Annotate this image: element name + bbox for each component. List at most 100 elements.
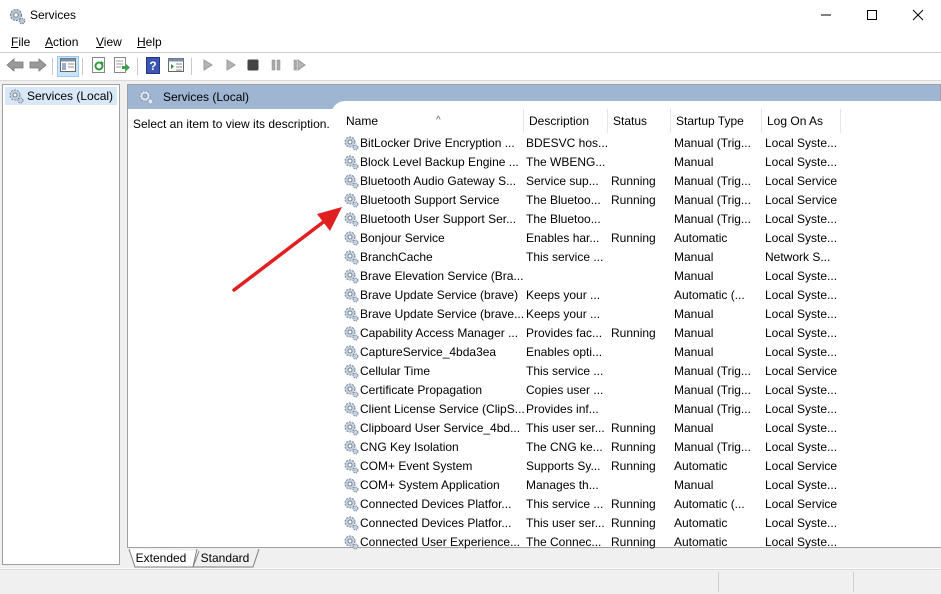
menu-view-accel: V — [96, 35, 104, 49]
table-row[interactable]: Bonjour Service Enables har... Running Auto… — [331, 229, 841, 248]
help-button[interactable]: ? — [142, 56, 164, 77]
service-gear-icon — [343, 401, 359, 420]
cell-name: COM+ Event System — [360, 459, 473, 473]
cell-log-on-as: Local Syste... — [765, 421, 838, 435]
stop-service-button[interactable] — [242, 56, 264, 77]
menu-help[interactable]: Help — [137, 35, 162, 49]
cell-startup-type: Automatic — [674, 535, 728, 549]
annotation-arrow — [232, 207, 342, 292]
close-button[interactable] — [895, 0, 941, 32]
start-service-icon — [203, 59, 213, 74]
column-header-name[interactable]: Name ^ — [341, 109, 524, 133]
forward-button[interactable] — [27, 56, 49, 77]
tree-item-services-local[interactable]: Services (Local) — [5, 87, 118, 105]
table-row[interactable]: Brave Update Service (brave... Keeps your… — [331, 305, 841, 324]
table-row[interactable]: BitLocker Drive Encryption ... BDESVC hos… — [331, 134, 841, 153]
properties-button[interactable] — [165, 56, 187, 77]
table-row[interactable]: Connected Devices Platfor... This service… — [331, 495, 841, 514]
cell-log-on-as: Local Syste... — [765, 516, 838, 530]
table-row[interactable]: COM+ System Application Manages th... Manu… — [331, 476, 841, 495]
column-header-description[interactable]: Description — [524, 109, 608, 133]
cell-startup-type: Automatic — [674, 516, 728, 530]
forward-icon — [29, 58, 47, 75]
cell-name: Bluetooth Audio Gateway S... — [360, 174, 517, 188]
table-row[interactable]: Bluetooth Audio Gateway S... Service sup.… — [331, 172, 841, 191]
export-list-button[interactable] — [111, 56, 133, 77]
panel-header-title: Services (Local) — [163, 90, 250, 104]
cell-description: The Connec... — [526, 535, 602, 549]
table-row[interactable]: BranchCache This service ... Manual Network… — [331, 248, 841, 267]
column-header-status[interactable]: Status — [608, 109, 671, 133]
service-gear-icon — [343, 363, 359, 382]
status-separator — [718, 572, 719, 592]
menu-file[interactable]: File — [11, 35, 30, 49]
pause-service-button[interactable] — [265, 56, 287, 77]
cell-startup-type: Manual — [674, 250, 714, 264]
cell-name: Brave Elevation Service (Bra... — [360, 269, 524, 283]
column-header-log-on-as[interactable]: Log On As — [762, 109, 841, 133]
cell-name: BitLocker Drive Encryption ... — [360, 136, 515, 150]
start-service-button[interactable] — [197, 56, 219, 77]
service-gear-icon — [343, 135, 359, 154]
cell-name: COM+ System Application — [360, 478, 500, 492]
cell-log-on-as: Local Syste... — [765, 269, 838, 283]
refresh-button[interactable] — [88, 56, 110, 77]
cell-name: BranchCache — [360, 250, 433, 264]
column-header-startup-type[interactable]: Startup Type — [671, 109, 762, 133]
cell-status: Running — [611, 193, 656, 207]
table-row[interactable]: Connected Devices Platfor... This user se… — [331, 514, 841, 533]
table-row[interactable]: Cellular Time This service ... Manual (Tri… — [331, 362, 841, 381]
service-gear-icon — [343, 439, 359, 458]
cell-name: Connected User Experience... — [360, 535, 521, 549]
toolbar-separator — [82, 58, 83, 75]
table-row[interactable]: Clipboard User Service_4bd... This user s… — [331, 419, 841, 438]
service-gear-icon — [343, 382, 359, 401]
resume-service-button[interactable] — [288, 56, 310, 77]
cell-status: Running — [611, 231, 656, 245]
maximize-button[interactable] — [849, 0, 895, 32]
tree-item-label: Services (Local) — [27, 89, 114, 103]
table-row[interactable]: Client License Service (ClipS... Provides… — [331, 400, 841, 419]
menu-view[interactable]: View — [96, 35, 122, 49]
table-row[interactable]: Bluetooth User Support Ser... The Bluetoo… — [331, 210, 841, 229]
show-hide-console-tree-button[interactable] — [57, 56, 79, 77]
table-row[interactable]: Block Level Backup Engine ... The WBENG..… — [331, 153, 841, 172]
menu-help-accel: H — [137, 35, 146, 49]
service-gear-icon — [343, 477, 359, 496]
console-tree: Services (Local) — [2, 84, 120, 565]
service-gear-icon — [343, 344, 359, 363]
cell-name: Block Level Backup Engine ... — [360, 155, 519, 169]
start-service-alt-icon — [226, 59, 236, 74]
table-row[interactable]: CNG Key Isolation The CNG ke... Running Man… — [331, 438, 841, 457]
cell-status: Running — [611, 516, 656, 530]
cell-log-on-as: Local Syste... — [765, 136, 838, 150]
cell-status: Running — [611, 440, 656, 454]
tab-extended[interactable]: Extended — [127, 549, 195, 567]
cell-log-on-as: Local Syste... — [765, 326, 838, 340]
table-row[interactable]: Capability Access Manager ... Provides fa… — [331, 324, 841, 343]
cell-description: Enables har... — [526, 231, 600, 245]
table-row[interactable]: Certificate Propagation Copies user ... Ma… — [331, 381, 841, 400]
table-row[interactable]: Connected User Experience... The Connec..… — [331, 533, 841, 552]
menu-action[interactable]: Action — [45, 35, 78, 49]
cell-startup-type: Manual (Trig... — [674, 136, 751, 150]
table-row[interactable]: Bluetooth Support Service The Bluetoo... R… — [331, 191, 841, 210]
service-gear-icon — [343, 420, 359, 439]
cell-name: CaptureService_4bda3ea — [360, 345, 497, 359]
table-row[interactable]: CaptureService_4bda3ea Enables opti... Man… — [331, 343, 841, 362]
table-row[interactable]: Brave Elevation Service (Bra... Manual Loc… — [331, 267, 841, 286]
tab-standard[interactable]: Standard — [193, 549, 257, 567]
cell-description: Provides inf... — [526, 402, 599, 416]
toolbar-separator — [191, 58, 192, 75]
cell-log-on-as: Network S... — [765, 250, 831, 264]
table-row[interactable]: COM+ Event System Supports Sy... Running Au… — [331, 457, 841, 476]
start-service-alt-button[interactable] — [220, 56, 242, 77]
cell-log-on-as: Local Syste... — [765, 440, 838, 454]
back-button[interactable] — [4, 56, 26, 77]
column-header-label: Startup Type — [676, 114, 744, 128]
minimize-button[interactable] — [803, 0, 849, 32]
cell-description: This user ser... — [526, 516, 605, 530]
table-row[interactable]: Brave Update Service (brave) Keeps your .… — [331, 286, 841, 305]
refresh-icon — [91, 57, 107, 76]
cell-startup-type: Manual (Trig... — [674, 174, 751, 188]
